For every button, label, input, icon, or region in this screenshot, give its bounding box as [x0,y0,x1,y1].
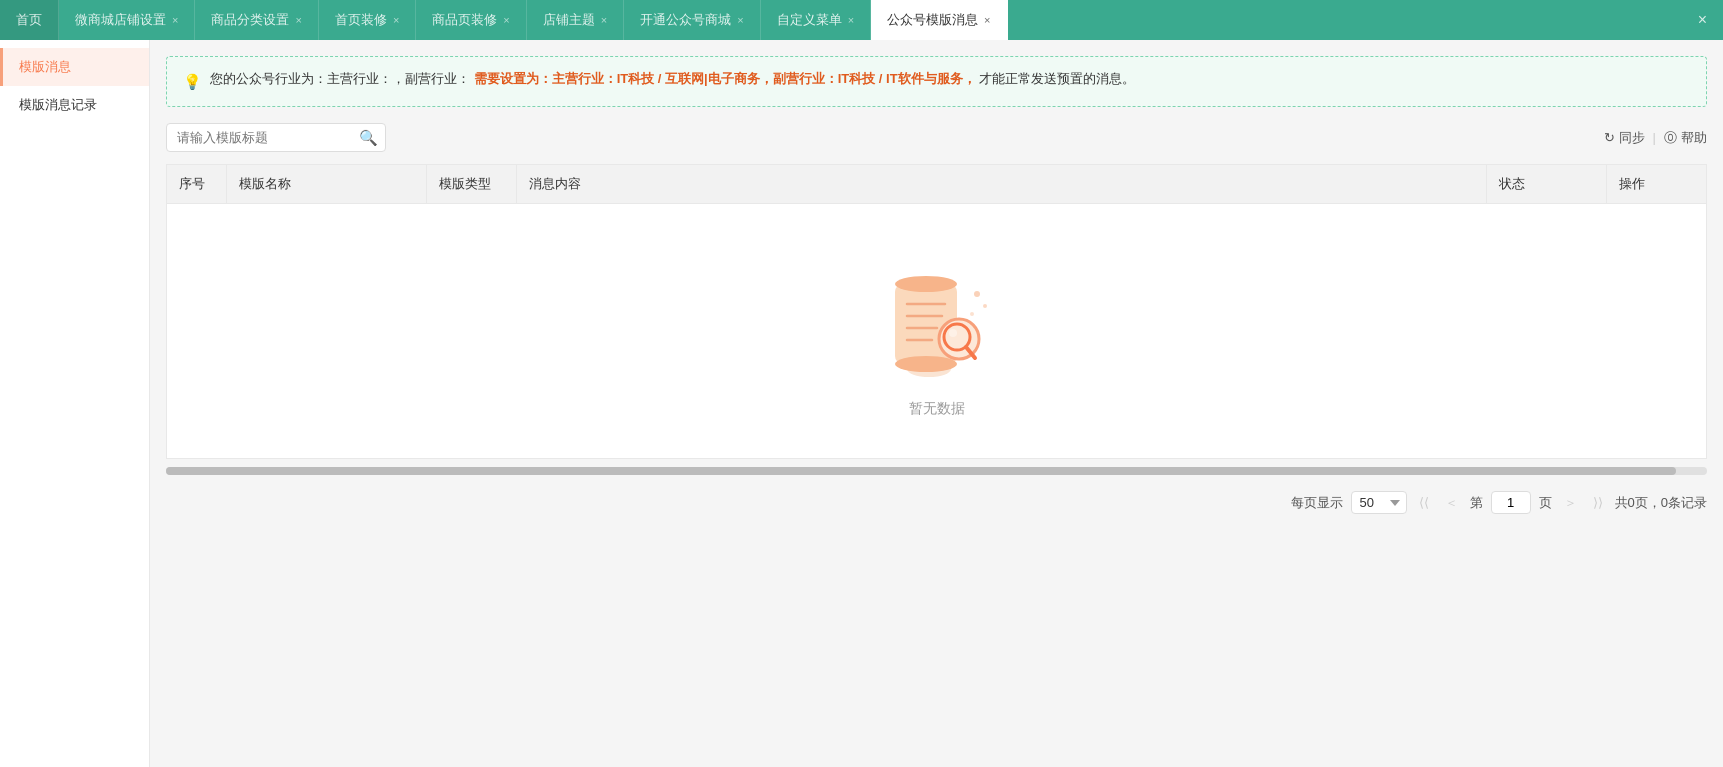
main-layout: 模版消息 模版消息记录 💡 您的公众号行业为：主营行业：，副营行业： 需要设置为… [0,40,1723,767]
current-page-input[interactable] [1491,491,1531,514]
data-table: 序号 模版名称 模版类型 消息内容 状态 操作 [166,164,1707,459]
tab-category-label: 商品分类设置 [211,11,289,29]
search-icon: 🔍 [359,129,378,146]
empty-illustration [877,264,997,384]
notice-highlight: 需要设置为：主营行业：IT科技 / 互联网|电子商务，副营行业：IT科技 / I… [474,71,976,86]
scrollbar-thumb [166,467,1676,475]
tab-store-label: 店铺主题 [543,11,595,29]
tab-bar: 首页 微商城店铺设置 × 商品分类设置 × 首页装修 × 商品页装修 × 店铺主… [0,0,1723,40]
tab-product-label: 商品页装修 [432,11,497,29]
tab-template-label: 公众号模版消息 [887,11,978,29]
sidebar-label-template-log: 模版消息记录 [19,97,97,112]
tab-custom-menu[interactable]: 自定义菜单 × [761,0,871,40]
help-button[interactable]: ⓪ 帮助 [1664,129,1707,147]
sidebar: 模版消息 模版消息记录 [0,40,150,767]
col-name: 模版名称 [227,165,427,204]
toolbar-right: ↻ 同步 | ⓪ 帮助 [1604,129,1707,147]
tab-weishop-close[interactable]: × [172,14,178,26]
pagination: 每页显示 10 20 50 100 ⟨⟨ ＜ 第 页 ＞ ⟩⟩ 共0页，0条记录 [166,483,1707,518]
next-page-button[interactable]: ＞ [1560,492,1581,514]
search-button[interactable]: 🔍 [359,129,378,147]
col-status: 状态 [1487,165,1607,204]
page-ye-label: 页 [1539,494,1552,512]
tab-home[interactable]: 首页 [0,0,59,40]
sync-label: 同步 [1619,129,1645,147]
sync-button[interactable]: ↻ 同步 [1604,129,1645,147]
table-scrollbar[interactable] [166,467,1707,475]
prev-page-button[interactable]: ＜ [1441,492,1462,514]
col-type: 模版类型 [427,165,517,204]
content-area: 💡 您的公众号行业为：主营行业：，副营行业： 需要设置为：主营行业：IT科技 /… [150,40,1723,767]
sync-icon: ↻ [1604,130,1615,145]
empty-state-row: 暂无数据 [167,204,1707,459]
tab-bar-close-all[interactable]: × [1682,11,1723,29]
col-content: 消息内容 [517,165,1487,204]
tab-weishop-label: 微商城店铺设置 [75,11,166,29]
search-input[interactable] [166,123,386,152]
tab-template-msg[interactable]: 公众号模版消息 × [871,0,1007,40]
tab-custom-close[interactable]: × [848,14,854,26]
sidebar-label-template-msg: 模版消息 [19,59,71,74]
tab-open-mall[interactable]: 开通公众号商城 × [624,0,760,40]
notice-box: 💡 您的公众号行业为：主营行业：，副营行业： 需要设置为：主营行业：IT科技 /… [166,56,1707,107]
col-seq: 序号 [167,165,227,204]
first-page-button[interactable]: ⟨⟨ [1415,493,1433,512]
search-bar: 🔍 ↻ 同步 | ⓪ 帮助 [166,123,1707,152]
empty-text: 暂无数据 [909,400,965,418]
svg-point-11 [949,329,957,337]
tab-homepage-decor[interactable]: 首页装修 × [319,0,416,40]
page-di-label: 第 [1470,494,1483,512]
tab-category-setting[interactable]: 商品分类设置 × [195,0,318,40]
tab-open-label: 开通公众号商城 [640,11,731,29]
tab-store-close[interactable]: × [601,14,607,26]
last-page-button[interactable]: ⟩⟩ [1589,493,1607,512]
svg-point-14 [970,312,974,316]
search-input-wrap: 🔍 [166,123,386,152]
tab-homepage-label: 首页装修 [335,11,387,29]
page-size-label: 每页显示 [1291,494,1343,512]
tab-category-close[interactable]: × [295,14,301,26]
tab-custom-label: 自定义菜单 [777,11,842,29]
col-action: 操作 [1607,165,1707,204]
tab-weishop-setting[interactable]: 微商城店铺设置 × [59,0,195,40]
tab-open-close[interactable]: × [737,14,743,26]
tab-template-close[interactable]: × [984,14,990,26]
svg-point-12 [974,291,980,297]
tab-store-theme[interactable]: 店铺主题 × [527,0,624,40]
notice-icon: 💡 [183,70,202,94]
sidebar-item-template-msg[interactable]: 模版消息 [0,48,149,86]
tab-home-label: 首页 [16,11,42,29]
svg-point-13 [983,304,987,308]
svg-point-2 [895,276,957,292]
empty-state: 暂无数据 [167,204,1706,458]
notice-text: 您的公众号行业为：主营行业：，副营行业： 需要设置为：主营行业：IT科技 / 互… [210,69,1135,90]
sidebar-item-template-msg-log[interactable]: 模版消息记录 [0,86,149,124]
tab-product-close[interactable]: × [503,14,509,26]
page-size-select[interactable]: 10 20 50 100 [1351,491,1407,514]
toolbar-divider: | [1653,130,1656,145]
tab-homepage-close[interactable]: × [393,14,399,26]
svg-point-3 [895,356,957,372]
table-header-row: 序号 模版名称 模版类型 消息内容 状态 操作 [167,165,1707,204]
total-text: 共0页，0条记录 [1615,494,1707,512]
help-icon: ⓪ [1664,129,1677,147]
tab-product-decor[interactable]: 商品页装修 × [416,0,526,40]
help-label: 帮助 [1681,129,1707,147]
